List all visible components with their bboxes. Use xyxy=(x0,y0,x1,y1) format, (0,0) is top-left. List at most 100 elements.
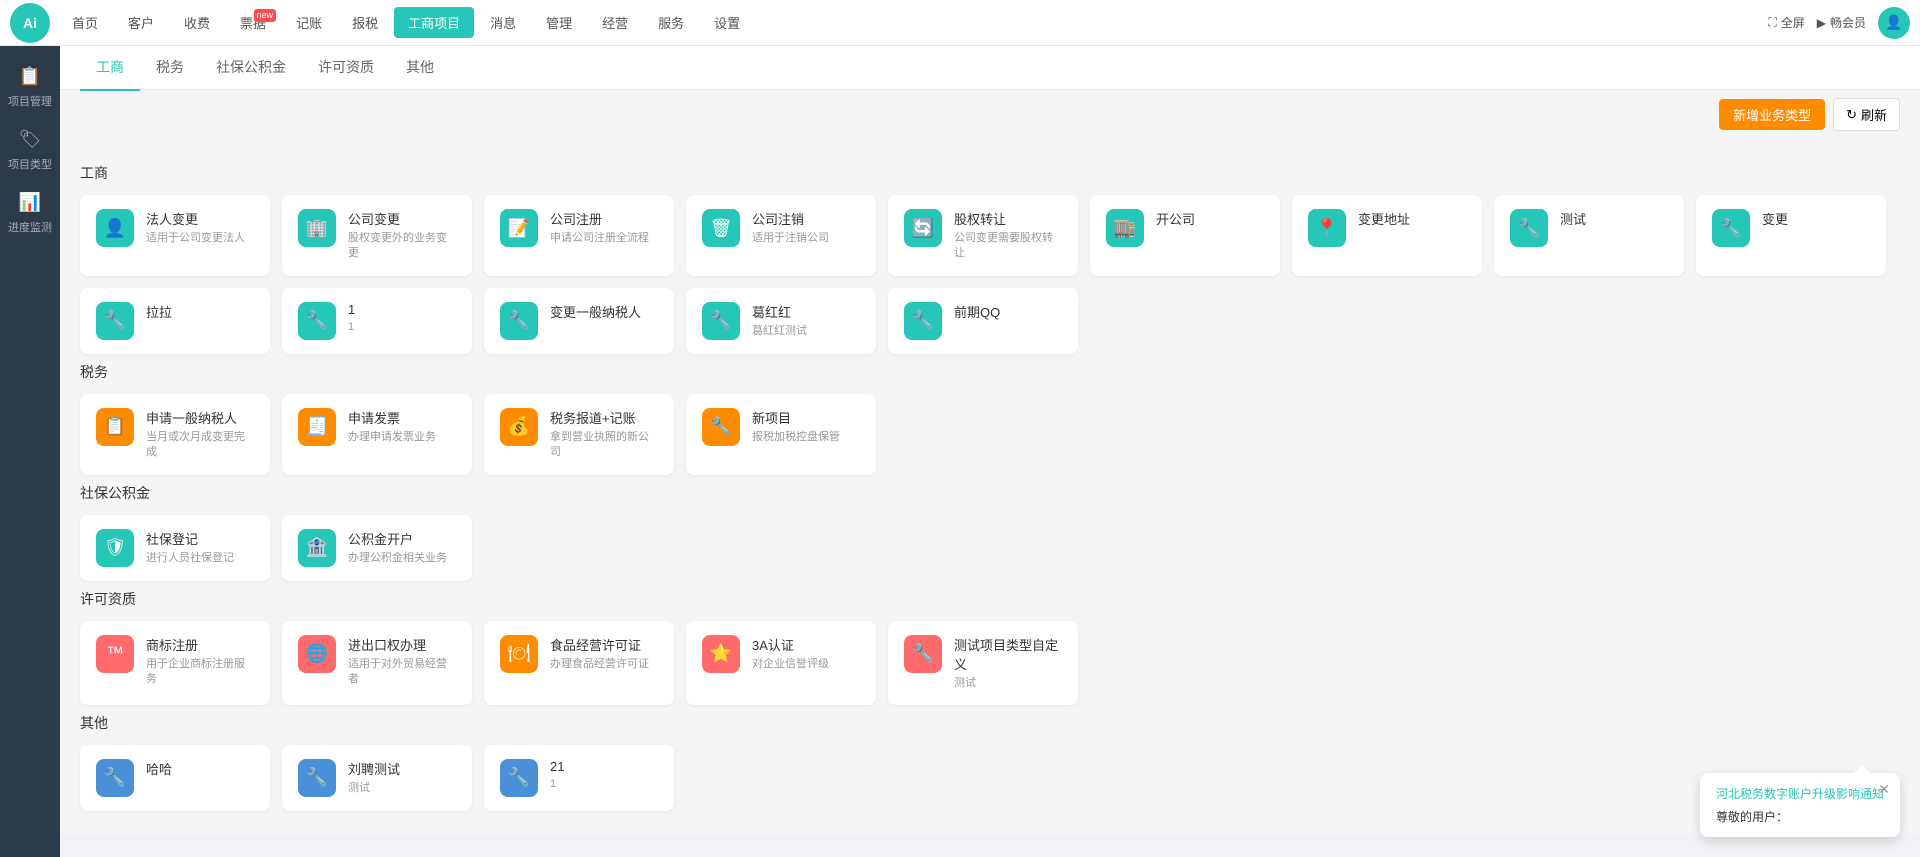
nav-item-business[interactable]: 工商项目 xyxy=(394,7,474,38)
card-change[interactable]: 🔧变更 xyxy=(1696,195,1886,276)
nav-item-settings[interactable]: 设置 xyxy=(700,7,754,38)
card-food-license[interactable]: 🍽食品经营许可证办理食品经营许可证 xyxy=(484,621,674,705)
card-desc-company-change: 股权变更外的业务变更 xyxy=(348,231,456,262)
card-icon-trademark: ™ xyxy=(96,635,134,673)
card-title-change: 变更 xyxy=(1762,209,1870,228)
card-import-export[interactable]: 🌐进出口权办理适用于对外贸易经营者 xyxy=(282,621,472,705)
user-avatar[interactable]: 👤 xyxy=(1878,7,1910,39)
card-title-food-license: 食品经营许可证 xyxy=(550,635,658,654)
nav-item-ticket[interactable]: 票据new xyxy=(226,7,280,38)
card-test[interactable]: 🔧测试 xyxy=(1494,195,1684,276)
card-title-tax-report: 税务报道+记账 xyxy=(550,408,658,427)
tab-business[interactable]: 工商 xyxy=(80,45,140,91)
card-change-address[interactable]: 📍 变更地址 xyxy=(1292,195,1482,276)
card-title-test-type: 测试项目类型自定义 xyxy=(954,635,1062,673)
card-title-company-cancel: 公司注销 xyxy=(752,209,860,228)
nav-item-customer[interactable]: 客户 xyxy=(114,7,168,38)
nav-item-message[interactable]: 消息 xyxy=(476,7,530,38)
fullscreen-button[interactable]: ⛶ 全屏 xyxy=(1768,14,1804,31)
card-desc-company-register: 申请公司注册全流程 xyxy=(550,231,658,246)
card-company-register[interactable]: 📝公司注册申请公司注册全流程 xyxy=(484,195,674,276)
card-fund-open[interactable]: 🏦公积金开户办理公积金相关业务 xyxy=(282,515,472,581)
card-open-company[interactable]: 🏬开公司 xyxy=(1090,195,1280,276)
card-icon-test-type: 🔧 xyxy=(904,635,942,673)
card-desc-social-register: 进行人员社保登记 xyxy=(146,551,254,566)
add-business-type-button[interactable]: 新增业务类型 xyxy=(1719,99,1825,130)
card-icon-3a-cert: ⭐ xyxy=(702,635,740,673)
card-title-qq: 前期QQ xyxy=(954,302,1062,321)
card-twenty-one[interactable]: 🔧211 xyxy=(484,745,674,811)
sidebar: 📋 项目管理 🏷项目类型📊进度监测 xyxy=(0,46,60,857)
card-tax-report[interactable]: 💰税务报道+记账拿到营业执照的新公司 xyxy=(484,394,674,475)
app-logo: Ai xyxy=(10,3,50,43)
card-liu-peng-test[interactable]: 🔧刘聘测试测试 xyxy=(282,745,472,811)
card-desc-gehong: 葛红红测试 xyxy=(752,324,860,339)
nav-item-home[interactable]: 首页 xyxy=(58,7,112,38)
nav-item-tax[interactable]: 报税 xyxy=(338,7,392,38)
card-icon-company-cancel: 🗑 xyxy=(702,209,740,247)
card-title-gehong: 葛红红 xyxy=(752,302,860,321)
nav-item-service[interactable]: 服务 xyxy=(644,7,698,38)
card-title-test: 测试 xyxy=(1560,209,1668,228)
card-company-cancel[interactable]: 🗑 公司注销适用于注销公司 xyxy=(686,195,876,276)
card-icon-social-register: 🛡 xyxy=(96,529,134,567)
notification-title: 河北税务数字账户升级影响通知 xyxy=(1716,785,1884,802)
section-title-license: 许可资质 xyxy=(80,589,1900,609)
card-title-social-register: 社保登记 xyxy=(146,529,254,548)
card-icon-liu-peng-test: 🔧 xyxy=(298,759,336,797)
sidebar-item-progress-monitor[interactable]: 📊进度监测 xyxy=(4,182,56,241)
other-cards-grid: 🔧哈哈🔧刘聘测试测试🔧211 xyxy=(80,745,1900,811)
sidebar-icon-project-manage: 📋 xyxy=(16,62,44,90)
sidebar-item-project-type[interactable]: 🏷项目类型 xyxy=(4,119,56,178)
card-desc-fund-open: 办理公积金相关业务 xyxy=(348,551,456,566)
nav-item-manage[interactable]: 管理 xyxy=(532,7,586,38)
notification-close-button[interactable]: ✕ xyxy=(1878,781,1890,798)
sidebar-label-project-manage: 项目管理 xyxy=(8,93,52,109)
nav-item-fee[interactable]: 收费 xyxy=(170,7,224,38)
card-legal-change[interactable]: 👤法人变更适用于公司变更法人 xyxy=(80,195,270,276)
card-one[interactable]: 🔧11 xyxy=(282,288,472,354)
card-qq[interactable]: 🔧前期QQ xyxy=(888,288,1078,354)
tab-other[interactable]: 其他 xyxy=(390,45,450,91)
card-icon-twenty-one: 🔧 xyxy=(500,759,538,797)
sidebar-item-project-manage[interactable]: 📋 项目管理 xyxy=(4,56,56,115)
tab-license[interactable]: 许可资质 xyxy=(302,45,390,91)
sidebar-label-progress-monitor: 进度监测 xyxy=(8,219,52,235)
card-apply-invoice[interactable]: 🧾申请发票办理申请发票业务 xyxy=(282,394,472,475)
card-title-change-address: 变更地址 xyxy=(1358,209,1466,228)
card-icon-lala: 🔧 xyxy=(96,302,134,340)
card-trademark[interactable]: ™商标注册用于企业商标注册服务 xyxy=(80,621,270,705)
card-test-type[interactable]: 🔧测试项目类型自定义测试 xyxy=(888,621,1078,705)
card-title-lala: 拉拉 xyxy=(146,302,254,321)
card-icon-import-export: 🌐 xyxy=(298,635,336,673)
tab-tax[interactable]: 税务 xyxy=(140,45,200,91)
card-change-tax[interactable]: 🔧变更一般纳税人 xyxy=(484,288,674,354)
card-gehong[interactable]: 🔧葛红红葛红红测试 xyxy=(686,288,876,354)
card-company-change[interactable]: 🏢公司变更股权变更外的业务变更 xyxy=(282,195,472,276)
nav-item-account[interactable]: 记账 xyxy=(282,7,336,38)
card-desc-3a-cert: 对企业信誉评级 xyxy=(752,657,860,672)
card-icon-new-project: 🔧 xyxy=(702,408,740,446)
card-lala[interactable]: 🔧 拉拉 xyxy=(80,288,270,354)
card-apply-tax[interactable]: 📋申请一般纳税人当月或次月成变更完成 xyxy=(80,394,270,475)
card-desc-legal-change: 适用于公司变更法人 xyxy=(146,231,254,246)
nav-item-operation[interactable]: 经营 xyxy=(588,7,642,38)
sidebar-icon-project-type: 🏷 xyxy=(16,125,44,153)
member-button[interactable]: ▶ 畅会员 xyxy=(1817,14,1866,31)
top-nav-right: ⛶ 全屏 ▶ 畅会员 👤 xyxy=(1768,7,1910,39)
card-icon-change-address: 📍 xyxy=(1308,209,1346,247)
card-icon-apply-invoice: 🧾 xyxy=(298,408,336,446)
card-social-register[interactable]: 🛡 社保登记进行人员社保登记 xyxy=(80,515,270,581)
card-icon-food-license: 🍽 xyxy=(500,635,538,673)
card-desc-company-cancel: 适用于注销公司 xyxy=(752,231,860,246)
card-title-equity-transfer: 股权转让 xyxy=(954,209,1062,228)
card-title-3a-cert: 3A认证 xyxy=(752,635,860,654)
card-haha[interactable]: 🔧哈哈 xyxy=(80,745,270,811)
card-new-project[interactable]: 🔧新项目报税加税控盘保管 xyxy=(686,394,876,475)
card-equity-transfer[interactable]: 🔄股权转让公司变更需要股权转让 xyxy=(888,195,1078,276)
refresh-button[interactable]: ↻ 刷新 xyxy=(1833,98,1900,131)
card-icon-apply-tax: 📋 xyxy=(96,408,134,446)
card-icon-haha: 🔧 xyxy=(96,759,134,797)
card-3a-cert[interactable]: ⭐ 3A认证对企业信誉评级 xyxy=(686,621,876,705)
tab-social[interactable]: 社保公积金 xyxy=(200,45,302,91)
